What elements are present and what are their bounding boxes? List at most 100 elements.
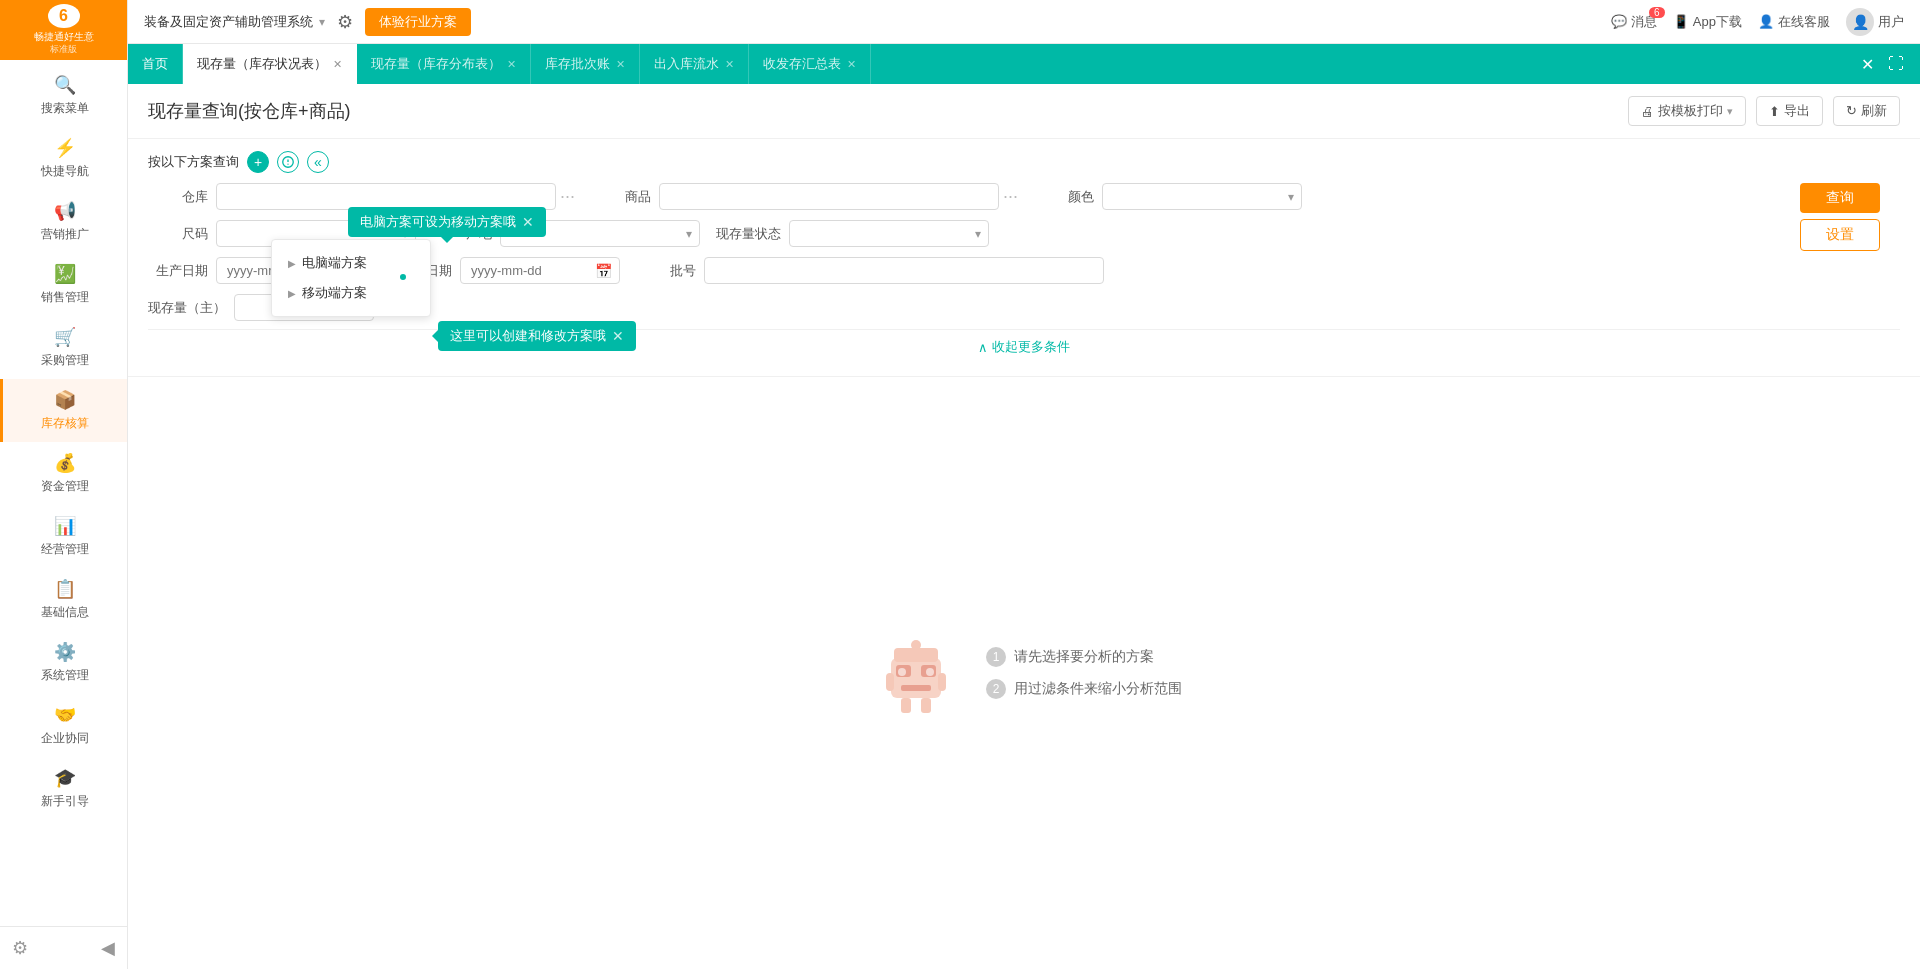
tab-inout-flow[interactable]: 出入库流水 ✕ bbox=[640, 44, 749, 84]
tab-close-icon[interactable]: ✕ bbox=[507, 58, 516, 71]
tooltip-create-schema: 这里可以创建和修改方案哦 ✕ bbox=[438, 321, 636, 351]
tooltip-close-icon[interactable]: ✕ bbox=[522, 214, 534, 230]
message-badge: 6 bbox=[1649, 7, 1665, 18]
collapse-sidebar-icon[interactable]: ◀ bbox=[101, 937, 115, 959]
tooltip2-close-icon[interactable]: ✕ bbox=[612, 328, 624, 344]
service-icon: 👤 bbox=[1758, 14, 1774, 29]
tab-close-all-button[interactable]: ✕ bbox=[1861, 55, 1882, 74]
svg-rect-11 bbox=[894, 648, 938, 662]
export-label: 导出 bbox=[1784, 102, 1810, 120]
experience-button[interactable]: 体验行业方案 bbox=[365, 8, 471, 36]
system-dropdown-icon[interactable]: ▾ bbox=[319, 15, 325, 29]
empty-tips: 1 请先选择要分析的方案 2 用过滤条件来缩小分析范围 bbox=[986, 647, 1182, 699]
svg-rect-8 bbox=[938, 673, 946, 691]
export-button[interactable]: ⬆ 导出 bbox=[1756, 96, 1823, 126]
batch-input[interactable] bbox=[704, 257, 1104, 284]
print-button[interactable]: 🖨 按模板打印 ▾ bbox=[1628, 96, 1746, 126]
sidebar-item-system[interactable]: ⚙️ 系统管理 bbox=[0, 631, 127, 694]
logo-icon: 6 bbox=[48, 4, 80, 28]
tab-home[interactable]: 首页 bbox=[128, 44, 183, 84]
sidebar-logo: 6 畅捷通好生意 标准版 bbox=[0, 0, 127, 60]
empty-tip-2: 2 用过滤条件来缩小分析范围 bbox=[986, 679, 1182, 699]
inventory-icon: 📦 bbox=[54, 389, 76, 411]
online-service-btn[interactable]: 👤 在线客服 bbox=[1758, 13, 1830, 31]
expiry-date-input[interactable] bbox=[460, 257, 620, 284]
tip-text-1: 请先选择要分析的方案 bbox=[1014, 648, 1154, 666]
warehouse-label: 仓库 bbox=[148, 188, 208, 206]
sidebar-menu: 🔍 搜索菜单 ⚡ 快捷导航 📢 营销推广 💹 销售管理 🛒 采购管理 📦 库存核… bbox=[0, 60, 127, 926]
settings-small-button[interactable]: 设置 bbox=[1800, 219, 1880, 251]
tip-num-1: 1 bbox=[986, 647, 1006, 667]
tab-close-icon[interactable]: ✕ bbox=[725, 58, 734, 71]
sidebar-item-label: 企业协同 bbox=[41, 730, 89, 747]
product-dots[interactable]: ··· bbox=[1003, 186, 1018, 207]
svg-rect-3 bbox=[891, 658, 941, 698]
tab-inventory-status[interactable]: 现存量（库存状况表） ✕ bbox=[183, 44, 357, 84]
tab-inventory-distribution-label: 现存量（库存分布表） bbox=[371, 55, 501, 73]
edit-schema-button[interactable] bbox=[277, 151, 299, 173]
schema-item-desktop-label: 电脑端方案 bbox=[302, 254, 367, 272]
tip-text-2: 用过滤条件来缩小分析范围 bbox=[1014, 680, 1182, 698]
sidebar-item-operations[interactable]: 📊 经营管理 bbox=[0, 505, 127, 568]
tab-batch-account-label: 库存批次账 bbox=[545, 55, 610, 73]
refresh-button[interactable]: ↻ 刷新 bbox=[1833, 96, 1900, 126]
sidebar-item-search[interactable]: 🔍 搜索菜单 bbox=[0, 64, 127, 127]
refresh-label: 刷新 bbox=[1861, 103, 1887, 118]
header-right: 💬 消息 6 📱 App下载 👤 在线客服 👤 用户 bbox=[1611, 8, 1904, 36]
sidebar-item-cooperation[interactable]: 🤝 企业协同 bbox=[0, 694, 127, 757]
tooltip2-text: 这里可以创建和修改方案哦 bbox=[450, 327, 606, 345]
tab-close-icon[interactable]: ✕ bbox=[333, 58, 342, 71]
svg-point-12 bbox=[911, 640, 921, 650]
warehouse-group: 仓库 ··· bbox=[148, 183, 575, 210]
tab-close-icon[interactable]: ✕ bbox=[616, 58, 625, 71]
tab-summary-label: 收发存汇总表 bbox=[763, 55, 841, 73]
mobile-icon: 📱 bbox=[1673, 14, 1689, 29]
sidebar-item-label: 经营管理 bbox=[41, 541, 89, 558]
sidebar-item-marketing[interactable]: 📢 营销推广 bbox=[0, 190, 127, 253]
tab-fullscreen-button[interactable]: ⛶ bbox=[1888, 55, 1912, 73]
cooperation-icon: 🤝 bbox=[54, 704, 76, 726]
batch-group: 批号 bbox=[636, 257, 1104, 284]
empty-illustration bbox=[866, 623, 966, 723]
schema-panel-item-mobile[interactable]: ▶ 移动端方案 bbox=[272, 278, 430, 308]
query-buttons: 查询 设置 bbox=[1780, 183, 1900, 251]
add-schema-button[interactable]: + bbox=[247, 151, 269, 173]
back-button[interactable]: « bbox=[307, 151, 329, 173]
collapse-button[interactable]: ∧ 收起更多条件 bbox=[148, 329, 1900, 364]
quick-nav-icon: ⚡ bbox=[54, 137, 76, 159]
product-group: 商品 ··· bbox=[591, 183, 1018, 210]
system-icon: ⚙️ bbox=[54, 641, 76, 663]
search-icon: 🔍 bbox=[54, 74, 76, 96]
app-download-label: App下载 bbox=[1693, 13, 1742, 31]
app-download-btn[interactable]: 📱 App下载 bbox=[1673, 13, 1742, 31]
settings-button[interactable]: ⚙ bbox=[337, 11, 353, 33]
query-button[interactable]: 查询 bbox=[1800, 183, 1880, 213]
sidebar-item-sales[interactable]: 💹 销售管理 bbox=[0, 253, 127, 316]
warehouse-input[interactable] bbox=[216, 183, 556, 210]
sidebar-item-finance[interactable]: 💰 资金管理 bbox=[0, 442, 127, 505]
color-select[interactable] bbox=[1102, 183, 1302, 210]
message-button[interactable]: 💬 消息 6 bbox=[1611, 13, 1657, 31]
schema-item-arrow2: ▶ bbox=[288, 288, 296, 299]
tab-summary[interactable]: 收发存汇总表 ✕ bbox=[749, 44, 871, 84]
settings-footer-icon[interactable]: ⚙ bbox=[12, 937, 28, 959]
tip-num-2: 2 bbox=[986, 679, 1006, 699]
sidebar-item-basic-info[interactable]: 📋 基础信息 bbox=[0, 568, 127, 631]
product-input[interactable] bbox=[659, 183, 999, 210]
online-service-label: 在线客服 bbox=[1778, 13, 1830, 31]
sidebar-item-label: 资金管理 bbox=[41, 478, 89, 495]
stock-main-label: 现存量（主） bbox=[148, 299, 226, 317]
sidebar-item-purchase[interactable]: 🛒 采购管理 bbox=[0, 316, 127, 379]
user-avatar[interactable]: 👤 用户 bbox=[1846, 8, 1904, 36]
warehouse-dots[interactable]: ··· bbox=[560, 186, 575, 207]
tab-batch-account[interactable]: 库存批次账 ✕ bbox=[531, 44, 640, 84]
stock-status-select[interactable] bbox=[789, 220, 989, 247]
tab-inventory-distribution[interactable]: 现存量（库存分布表） ✕ bbox=[357, 44, 531, 84]
sidebar-item-newbie[interactable]: 🎓 新手引导 bbox=[0, 757, 127, 820]
color-label: 颜色 bbox=[1034, 188, 1094, 206]
tab-close-icon[interactable]: ✕ bbox=[847, 58, 856, 71]
mfg-date-label: 生产日期 bbox=[148, 262, 208, 280]
sidebar-item-inventory[interactable]: 📦 库存核算 bbox=[0, 379, 127, 442]
print-dropdown-icon: ▾ bbox=[1727, 105, 1733, 118]
sidebar-item-quick-nav[interactable]: ⚡ 快捷导航 bbox=[0, 127, 127, 190]
